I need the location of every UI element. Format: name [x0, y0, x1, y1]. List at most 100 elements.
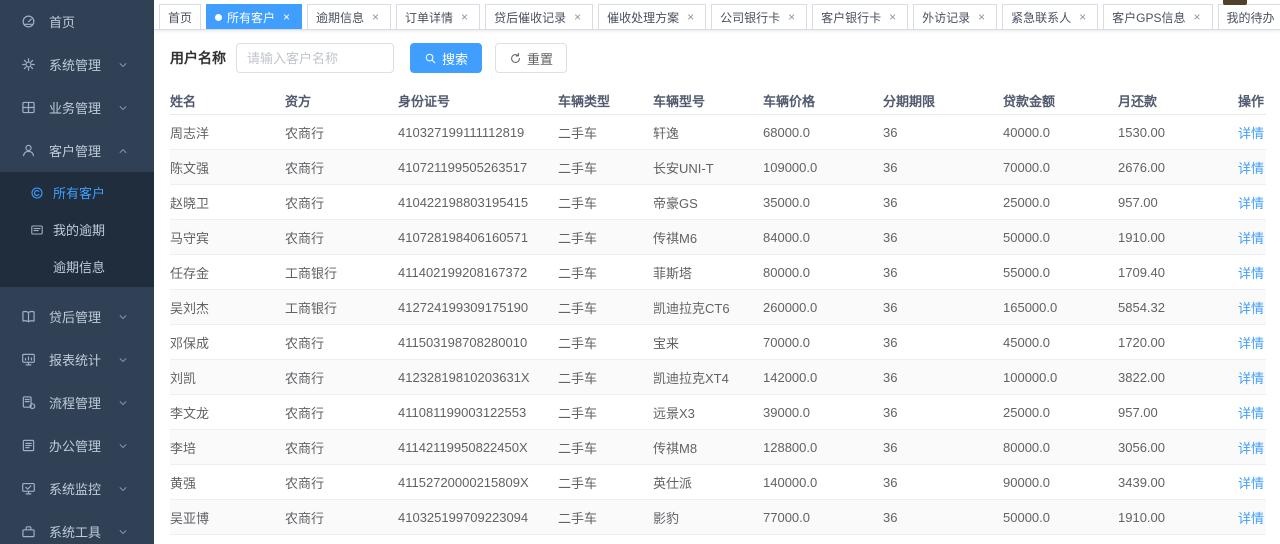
customer-name-input[interactable]: [236, 43, 394, 73]
sidebar-item-label: 我的逾期: [53, 220, 105, 239]
cell-funder: 工商银行: [285, 298, 398, 317]
cell-vehicle-type: 二手车: [558, 333, 653, 352]
tab-visit-records[interactable]: 外访记录 ×: [913, 4, 997, 30]
cell-monthly-payment: 3439.00: [1118, 475, 1238, 490]
cell-vehicle-model: 帝豪GS: [653, 193, 763, 212]
tab-label: 贷后催收记录: [494, 9, 566, 26]
cell-funder: 农商行: [285, 473, 398, 492]
detail-link[interactable]: 详情: [1238, 126, 1264, 141]
refresh-icon: [509, 52, 522, 65]
sidebar-item-my-overdue[interactable]: 我的逾期: [0, 211, 154, 248]
col-header-installment-term: 分期期限: [883, 91, 1003, 110]
detail-link[interactable]: 详情: [1238, 301, 1264, 316]
sidebar-item-system-tools[interactable]: 系统工具: [0, 510, 154, 544]
sidebar-item-report-statistics[interactable]: 报表统计: [0, 338, 154, 381]
tab-home[interactable]: 首页: [159, 4, 201, 30]
sidebar-item-process-management[interactable]: 流程管理: [0, 381, 154, 424]
cell-installment-term: 36: [883, 265, 1003, 280]
customer-circle-icon: [30, 186, 44, 200]
chevron-down-icon: [117, 483, 129, 495]
cell-id-number: 41142119950822450X: [398, 440, 558, 455]
close-icon[interactable]: ×: [280, 11, 293, 23]
sidebar-item-label: 系统管理: [49, 55, 101, 74]
sidebar-item-overdue-info[interactable]: 逾期信息: [0, 248, 154, 285]
search-button[interactable]: 搜索: [410, 43, 482, 73]
table-row-partial: 王明帅 农商行 二手车 卡罗拉 详情: [170, 535, 1266, 544]
cell-vehicle-type: 二手车: [558, 508, 653, 527]
cell-monthly-payment: 1530.00: [1118, 125, 1238, 140]
chevron-down-icon: [117, 59, 129, 71]
sidebar-item-post-loan-management[interactable]: 贷后管理: [0, 295, 154, 338]
tab-order-details[interactable]: 订单详情 ×: [396, 4, 480, 30]
reset-button[interactable]: 重置: [495, 43, 567, 73]
tab-company-bank-card[interactable]: 公司银行卡 ×: [711, 4, 807, 30]
sidebar-item-office-management[interactable]: 办公管理: [0, 424, 154, 467]
tab-customer-gps-info[interactable]: 客户GPS信息 ×: [1103, 4, 1212, 30]
cell-funder: 农商行: [285, 333, 398, 352]
detail-link[interactable]: 详情: [1238, 231, 1264, 246]
tab-collection-plan[interactable]: 催收处理方案 ×: [598, 4, 706, 30]
close-icon[interactable]: ×: [458, 11, 471, 23]
tab-label: 催收处理方案: [607, 9, 679, 26]
detail-link[interactable]: 详情: [1238, 371, 1264, 386]
sidebar-item-label: 报表统计: [49, 350, 101, 369]
cell-name: 李文龙: [170, 403, 285, 422]
tab-my-todo[interactable]: 我的待办 ×: [1218, 4, 1280, 30]
detail-link[interactable]: 详情: [1238, 511, 1264, 526]
sidebar-item-all-customers[interactable]: 所有客户: [0, 174, 154, 211]
cell-vehicle-price: 68000.0: [763, 125, 883, 140]
detail-link[interactable]: 详情: [1238, 196, 1264, 211]
sidebar-item-home[interactable]: 首页: [0, 0, 154, 43]
gear-icon: [21, 57, 36, 72]
tab-emergency-contacts[interactable]: 紧急联系人 ×: [1002, 4, 1098, 30]
table-row: 马守宾 农商行 410728198406160571 二手车 传祺M6 8400…: [170, 220, 1266, 255]
tab-overdue-info[interactable]: 逾期信息 ×: [307, 4, 391, 30]
cell-monthly-payment: 5854.32: [1118, 300, 1238, 315]
close-icon[interactable]: ×: [785, 11, 798, 23]
detail-link[interactable]: 详情: [1238, 161, 1264, 176]
cell-vehicle-price: 109000.0: [763, 160, 883, 175]
cell-name: 李培: [170, 438, 285, 457]
close-icon[interactable]: ×: [369, 11, 382, 23]
close-icon[interactable]: ×: [1076, 11, 1089, 23]
cell-monthly-payment: 2676.00: [1118, 160, 1238, 175]
sidebar-item-system-monitor[interactable]: 系统监控: [0, 467, 154, 510]
detail-link[interactable]: 详情: [1238, 476, 1264, 491]
cell-monthly-payment: 957.00: [1118, 405, 1238, 420]
detail-link[interactable]: 详情: [1238, 266, 1264, 281]
cell-loan-amount: 50000.0: [1003, 230, 1118, 245]
sidebar-item-business-management[interactable]: 业务管理: [0, 86, 154, 129]
sidebar-item-system-management[interactable]: 系统管理: [0, 43, 154, 86]
close-icon[interactable]: ×: [684, 11, 697, 23]
sidebar-item-customer-management[interactable]: 客户管理: [0, 129, 154, 172]
tab-label: 我的待办: [1227, 9, 1275, 26]
tab-customer-bank-card[interactable]: 客户银行卡 ×: [812, 4, 908, 30]
tab-all-customers[interactable]: 所有客户 ×: [206, 4, 302, 30]
col-header-action: 操作: [1238, 91, 1266, 110]
close-icon[interactable]: ×: [1191, 11, 1204, 23]
cell-vehicle-model: 长安UNI-T: [653, 158, 763, 177]
book-icon: [21, 309, 36, 324]
detail-link[interactable]: 详情: [1238, 336, 1264, 351]
detail-link[interactable]: 详情: [1238, 406, 1264, 421]
detail-link[interactable]: 详情: [1238, 441, 1264, 456]
close-icon[interactable]: ×: [886, 11, 899, 23]
tab-label: 首页: [168, 9, 192, 26]
sidebar-item-label: 贷后管理: [49, 307, 101, 326]
close-icon[interactable]: ×: [975, 11, 988, 23]
col-header-vehicle-model: 车辆型号: [653, 91, 763, 110]
cell-installment-term: 36: [883, 405, 1003, 420]
sidebar-item-label: 流程管理: [49, 393, 101, 412]
col-header-vehicle-price: 车辆价格: [763, 91, 883, 110]
tab-post-loan-collection-records[interactable]: 贷后催收记录 ×: [485, 4, 593, 30]
cell-name: 黄强: [170, 473, 285, 492]
tab-label: 客户银行卡: [821, 9, 881, 26]
close-icon[interactable]: ×: [571, 11, 584, 23]
tab-label: 外访记录: [922, 9, 970, 26]
cell-loan-amount: 25000.0: [1003, 405, 1118, 420]
tab-label: 紧急联系人: [1011, 9, 1071, 26]
col-header-name: 姓名: [170, 91, 285, 110]
home-icon: [21, 14, 36, 29]
cell-installment-term: 36: [883, 230, 1003, 245]
cell-vehicle-type: 二手车: [558, 263, 653, 282]
